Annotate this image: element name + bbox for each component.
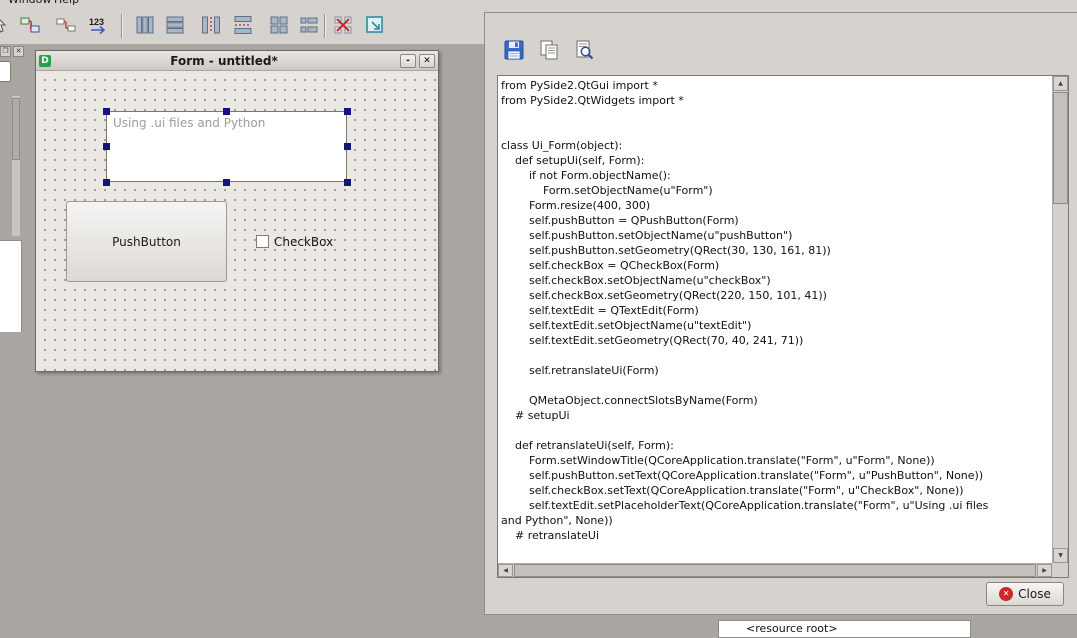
edit-widgets-icon	[0, 14, 11, 36]
toolbar-button-edit-widgets[interactable]	[0, 11, 14, 39]
adjust-size-icon	[364, 14, 386, 36]
code-dialog-toolbar	[499, 35, 599, 65]
checkbox-label: CheckBox	[274, 235, 333, 249]
break-layout-icon	[332, 14, 354, 36]
close-window-button[interactable]: ✕	[419, 54, 435, 68]
form-canvas[interactable]: Using .ui files and Python PushButton Ch…	[36, 71, 438, 371]
scrollbar-thumb[interactable]	[1053, 92, 1068, 204]
selection-handle[interactable]	[103, 143, 110, 150]
edit-tab-order-icon: 123	[87, 14, 109, 36]
layout-vertical-icon	[164, 14, 186, 36]
close-button-label: Close	[1018, 587, 1051, 601]
selection-handle[interactable]	[223, 179, 230, 186]
layout-horizontal-splitter-icon	[200, 14, 222, 36]
menu-help[interactable]: Help	[54, 0, 79, 6]
edit-buddies-icon	[55, 14, 77, 36]
toolbar-button-break-layout[interactable]	[329, 11, 357, 39]
menu-window[interactable]: Window	[8, 0, 51, 6]
dock-float-button[interactable]: ❐	[0, 46, 11, 57]
scrollbar-thumb[interactable]	[12, 98, 20, 160]
selection-handle[interactable]	[344, 179, 351, 186]
minimize-button[interactable]: -	[400, 54, 416, 68]
toolbar-button-edit-buddies[interactable]	[52, 11, 80, 39]
checkbox-widget[interactable]: CheckBox	[256, 221, 357, 262]
selection-handle[interactable]	[103, 108, 110, 115]
code-view: from PySide2.QtGui import * from PySide2…	[497, 75, 1069, 578]
copy-button[interactable]	[534, 35, 564, 65]
scrollbar-thumb[interactable]	[514, 564, 1036, 577]
resource-root-item[interactable]: <resource root>	[719, 621, 970, 637]
menu-bar: Window Help	[0, 0, 1077, 7]
scroll-right-icon[interactable]: ▶	[1037, 564, 1052, 577]
dock-float-icon: ❐	[2, 47, 8, 55]
toolbar-button-edit-tab-order[interactable]: 123	[84, 11, 112, 39]
find-button[interactable]	[569, 35, 599, 65]
checkbox-indicator[interactable]	[256, 235, 269, 248]
copy-icon	[538, 39, 560, 61]
selection-handle[interactable]	[223, 108, 230, 115]
textedit-widget[interactable]: Using .ui files and Python	[106, 111, 347, 182]
close-icon: ✕	[999, 587, 1013, 601]
toolbar-button-lay-out-in-grid[interactable]	[265, 11, 293, 39]
form-editor-window: D Form - untitled* - ✕ Using .ui files a…	[35, 50, 439, 372]
toolbar-button-lay-out-in-form-layout[interactable]	[295, 11, 323, 39]
edit-signals-slots-icon	[19, 14, 41, 36]
selection-handle[interactable]	[103, 179, 110, 186]
selection-handle[interactable]	[344, 143, 351, 150]
scroll-down-icon[interactable]: ▼	[1053, 548, 1068, 563]
dock-close-icon: ✕	[16, 47, 22, 55]
form-window-icon: D	[39, 55, 51, 67]
vertical-scrollbar[interactable]: ▲ ▼	[1052, 76, 1068, 563]
toolbar-button-lay-out-vertically[interactable]	[161, 11, 189, 39]
python-code-text[interactable]: from PySide2.QtGui import * from PySide2…	[501, 78, 1050, 561]
svg-text:123: 123	[89, 17, 104, 27]
save-icon	[503, 39, 525, 61]
toolbar-button-adjust-size[interactable]	[361, 11, 389, 39]
toolbar-separator	[121, 14, 123, 38]
find-icon	[573, 39, 595, 61]
selection-handle[interactable]	[344, 108, 351, 115]
left-panel-fragment	[0, 240, 22, 332]
scroll-left-icon[interactable]: ◀	[498, 564, 513, 577]
layout-grid-icon	[268, 14, 290, 36]
form-window-title: Form - untitled*	[51, 54, 397, 68]
toolbar-button-lay-out-horizontally-in-splitter[interactable]	[197, 11, 225, 39]
layout-form-icon	[298, 14, 320, 36]
widgetbox-filter-input[interactable]	[0, 61, 11, 82]
close-button[interactable]: ✕ Close	[986, 582, 1064, 606]
form-titlebar[interactable]: D Form - untitled* - ✕	[36, 51, 438, 71]
layout-horizontal-icon	[134, 14, 156, 36]
widgetbox-scrollbar[interactable]	[12, 96, 20, 236]
scroll-up-icon[interactable]: ▲	[1053, 76, 1068, 91]
dock-close-button[interactable]: ✕	[13, 46, 24, 57]
toolbar-button-edit-signals-slots[interactable]	[16, 11, 44, 39]
resource-browser-fragment: <resource root>	[718, 620, 971, 638]
toolbar-separator	[324, 14, 326, 38]
toolbar-button-lay-out-horizontally[interactable]	[131, 11, 159, 39]
scrollbar-corner	[1052, 563, 1068, 577]
qt-designer-screen: Window Help 123	[0, 0, 1077, 638]
layout-vertical-splitter-icon	[232, 14, 254, 36]
save-button[interactable]	[499, 35, 529, 65]
pushbutton-label: PushButton	[112, 235, 181, 249]
pushbutton-widget[interactable]: PushButton	[66, 201, 227, 282]
horizontal-scrollbar[interactable]: ◀ ▶	[498, 563, 1052, 577]
python-code-dialog: from PySide2.QtGui import * from PySide2…	[484, 12, 1077, 615]
toolbar-button-lay-out-vertically-in-splitter[interactable]	[229, 11, 257, 39]
